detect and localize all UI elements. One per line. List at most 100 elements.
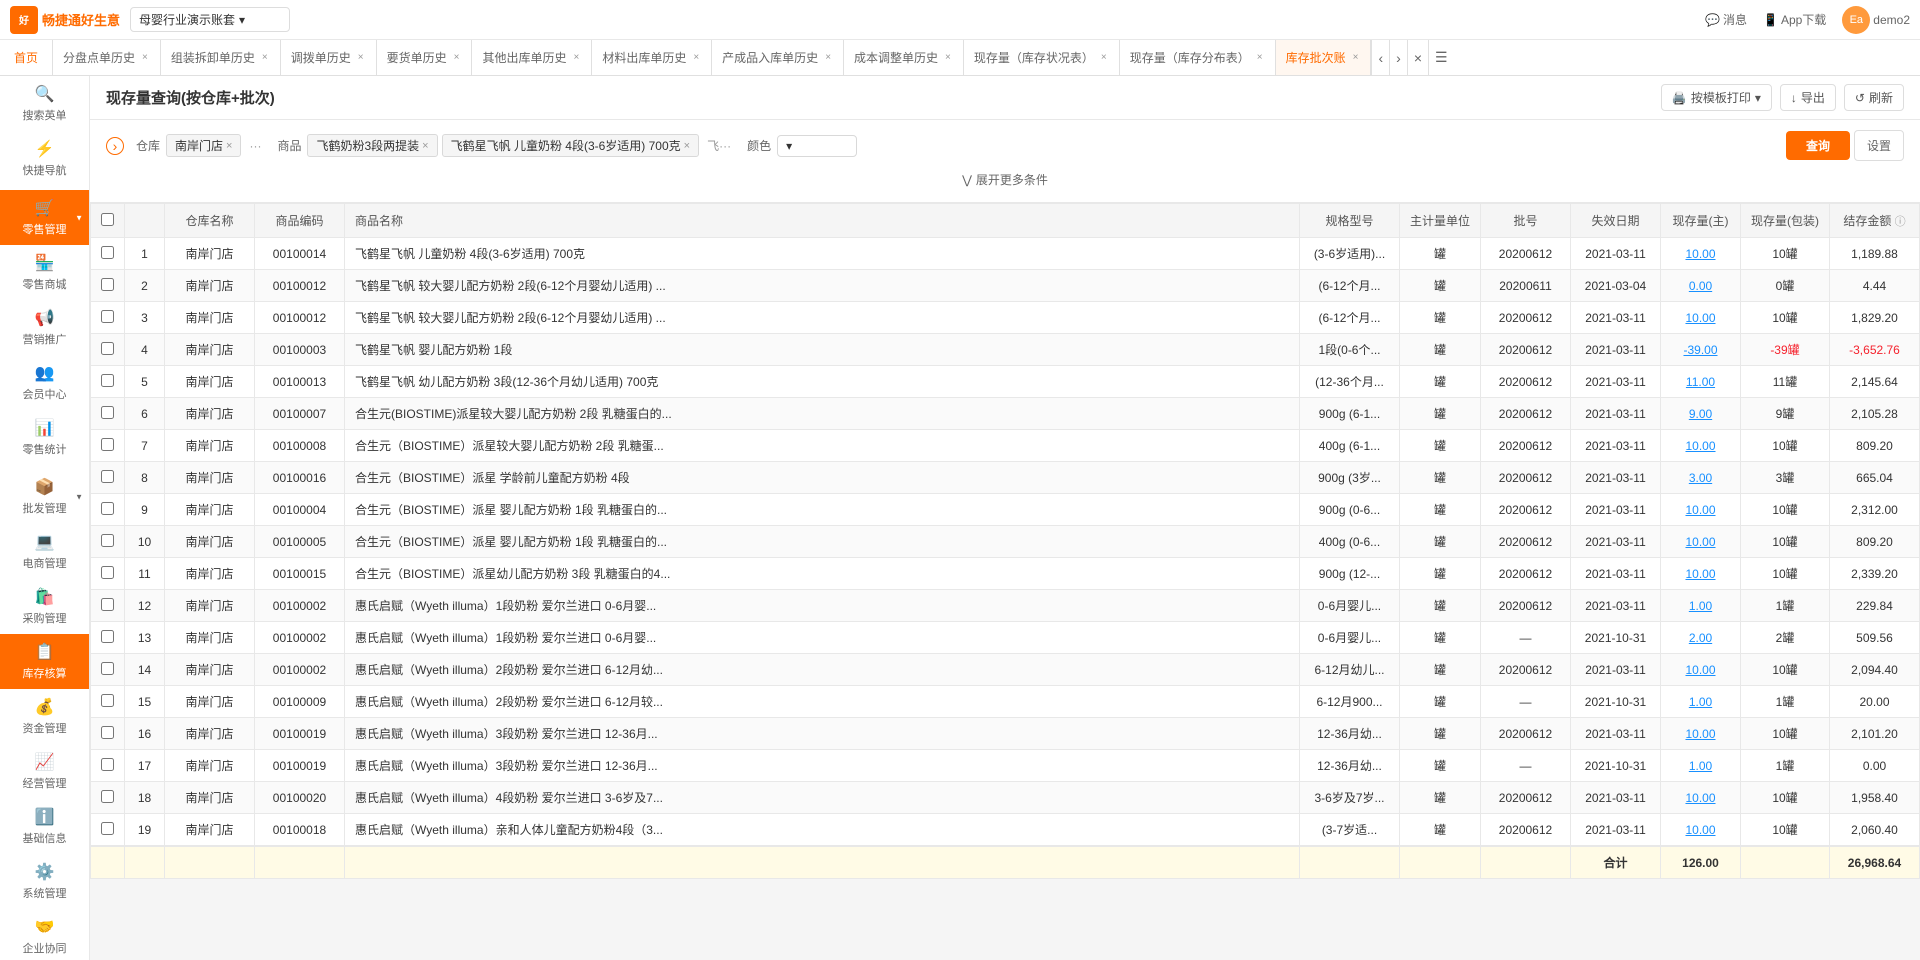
tab-diaob[interactable]: 调拨单历史 ×	[281, 40, 377, 75]
row-checkbox[interactable]	[101, 278, 114, 291]
color-select[interactable]: ▾	[777, 135, 857, 157]
filter-more-warehouse[interactable]: ···	[245, 139, 265, 153]
row-check[interactable]	[91, 366, 125, 398]
sidebar-item-purchase[interactable]: 🛍️ 采购管理	[0, 579, 89, 634]
tab-yaohuo[interactable]: 要货单历史 ×	[377, 40, 473, 75]
workspace-selector[interactable]: 母婴行业演示账套 ▾	[130, 7, 290, 32]
tab-zuzhangchai-close[interactable]: ×	[260, 51, 270, 64]
row-qty[interactable]: -39.00	[1661, 334, 1741, 366]
row-qty[interactable]: 10.00	[1661, 654, 1741, 686]
amount-info-icon[interactable]: ⓘ	[1895, 216, 1906, 228]
sidebar-item-sys[interactable]: ⚙️ 系统管理	[0, 854, 89, 909]
tab-chancheng-close[interactable]: ×	[823, 51, 833, 64]
row-qty[interactable]: 10.00	[1661, 238, 1741, 270]
btn-export[interactable]: ↓ 导出	[1780, 84, 1836, 111]
sidebar-item-marketing[interactable]: 📢 营销推广	[0, 300, 89, 355]
row-check[interactable]	[91, 686, 125, 718]
row-check[interactable]	[91, 270, 125, 302]
row-qty[interactable]: 10.00	[1661, 558, 1741, 590]
product-tag-1[interactable]: 飞鹤奶粉3段两提装 ×	[307, 134, 437, 157]
tab-xiancunzhuang[interactable]: 现存量（库存状况表） ×	[964, 40, 1120, 75]
expand-filter-btn[interactable]: ›	[106, 137, 124, 155]
row-check[interactable]	[91, 750, 125, 782]
row-check[interactable]	[91, 558, 125, 590]
row-check[interactable]	[91, 238, 125, 270]
tab-kucunpici[interactable]: 库存批次账 ×	[1276, 40, 1372, 75]
row-checkbox[interactable]	[101, 598, 114, 611]
tab-zuzhangchai[interactable]: 组装拆卸单历史 ×	[161, 40, 281, 75]
row-check[interactable]	[91, 782, 125, 814]
row-checkbox[interactable]	[101, 726, 114, 739]
row-check[interactable]	[91, 334, 125, 366]
tab-fenpan[interactable]: 分盘点单历史 ×	[53, 40, 161, 75]
row-check[interactable]	[91, 622, 125, 654]
btn-refresh[interactable]: ↺ 刷新	[1844, 84, 1904, 111]
tab-yaohuo-close[interactable]: ×	[452, 51, 462, 64]
sidebar-item-collab[interactable]: 🤝 企业协同	[0, 909, 89, 960]
row-checkbox[interactable]	[101, 630, 114, 643]
row-qty[interactable]: 0.00	[1661, 270, 1741, 302]
row-checkbox[interactable]	[101, 246, 114, 259]
row-check[interactable]	[91, 430, 125, 462]
tab-xiancunzhuang-close[interactable]: ×	[1099, 51, 1109, 64]
tab-home[interactable]: 首页	[0, 40, 53, 75]
row-qty[interactable]: 1.00	[1661, 590, 1741, 622]
tab-chancheng[interactable]: 产成品入库单历史 ×	[712, 40, 844, 75]
row-check[interactable]	[91, 590, 125, 622]
tab-next-btn[interactable]: ›	[1389, 40, 1407, 75]
product-tag-2-remove[interactable]: ×	[684, 140, 690, 152]
row-check[interactable]	[91, 302, 125, 334]
select-all-checkbox[interactable]	[101, 213, 114, 226]
row-check[interactable]	[91, 462, 125, 494]
row-qty[interactable]: 10.00	[1661, 430, 1741, 462]
tab-fenpan-close[interactable]: ×	[140, 51, 150, 64]
tab-qita[interactable]: 其他出库单历史 ×	[472, 40, 592, 75]
row-qty[interactable]: 2.00	[1661, 622, 1741, 654]
row-checkbox[interactable]	[101, 534, 114, 547]
row-check[interactable]	[91, 814, 125, 847]
tab-qita-close[interactable]: ×	[571, 51, 581, 64]
tab-close-btn[interactable]: ×	[1407, 40, 1428, 75]
tab-kucunpici-close[interactable]: ×	[1351, 51, 1361, 64]
row-qty[interactable]: 10.00	[1661, 814, 1741, 847]
sidebar-item-mall[interactable]: 🏪 零售商城	[0, 245, 89, 300]
row-check[interactable]	[91, 398, 125, 430]
row-qty[interactable]: 10.00	[1661, 494, 1741, 526]
row-qty[interactable]: 11.00	[1661, 366, 1741, 398]
sidebar-item-finance[interactable]: 💰 资金管理	[0, 689, 89, 744]
row-check[interactable]	[91, 526, 125, 558]
row-checkbox[interactable]	[101, 342, 114, 355]
sidebar-item-nav[interactable]: ⚡ 快捷导航	[0, 131, 89, 186]
sidebar-item-search[interactable]: 🔍 搜索英单	[0, 76, 89, 131]
btn-template[interactable]: 🖨️ 按模板打印 ▾	[1661, 84, 1772, 111]
row-check[interactable]	[91, 718, 125, 750]
row-check[interactable]	[91, 494, 125, 526]
user-profile[interactable]: Ea demo2	[1842, 6, 1910, 34]
btn-query[interactable]: 查询	[1786, 131, 1850, 160]
tab-chengben-close[interactable]: ×	[943, 51, 953, 64]
sidebar-item-ops[interactable]: 📈 经营管理	[0, 744, 89, 799]
row-checkbox[interactable]	[101, 758, 114, 771]
row-qty[interactable]: 1.00	[1661, 750, 1741, 782]
row-qty[interactable]: 10.00	[1661, 718, 1741, 750]
product-tag-1-remove[interactable]: ×	[422, 140, 428, 152]
row-qty[interactable]: 9.00	[1661, 398, 1741, 430]
row-checkbox[interactable]	[101, 470, 114, 483]
row-checkbox[interactable]	[101, 566, 114, 579]
tab-cailiao-close[interactable]: ×	[691, 51, 701, 64]
row-qty[interactable]: 10.00	[1661, 526, 1741, 558]
sidebar-item-wholesale[interactable]: 📦 批发管理	[0, 469, 89, 524]
row-qty[interactable]: 10.00	[1661, 302, 1741, 334]
sidebar-item-retailstat[interactable]: 📊 零售统计	[0, 410, 89, 465]
row-checkbox[interactable]	[101, 502, 114, 515]
tab-xiancunfen-close[interactable]: ×	[1255, 51, 1265, 64]
warehouse-tag-nanan[interactable]: 南岸门店 ×	[166, 134, 241, 157]
row-check[interactable]	[91, 654, 125, 686]
row-checkbox[interactable]	[101, 406, 114, 419]
tab-xiancunfen[interactable]: 现存量（库存分布表） ×	[1120, 40, 1276, 75]
message-btn[interactable]: 💬 消息	[1705, 11, 1747, 28]
warehouse-tag-remove[interactable]: ×	[226, 140, 232, 152]
row-checkbox[interactable]	[101, 694, 114, 707]
filter-more-product[interactable]: 飞···	[703, 137, 735, 154]
row-qty[interactable]: 3.00	[1661, 462, 1741, 494]
